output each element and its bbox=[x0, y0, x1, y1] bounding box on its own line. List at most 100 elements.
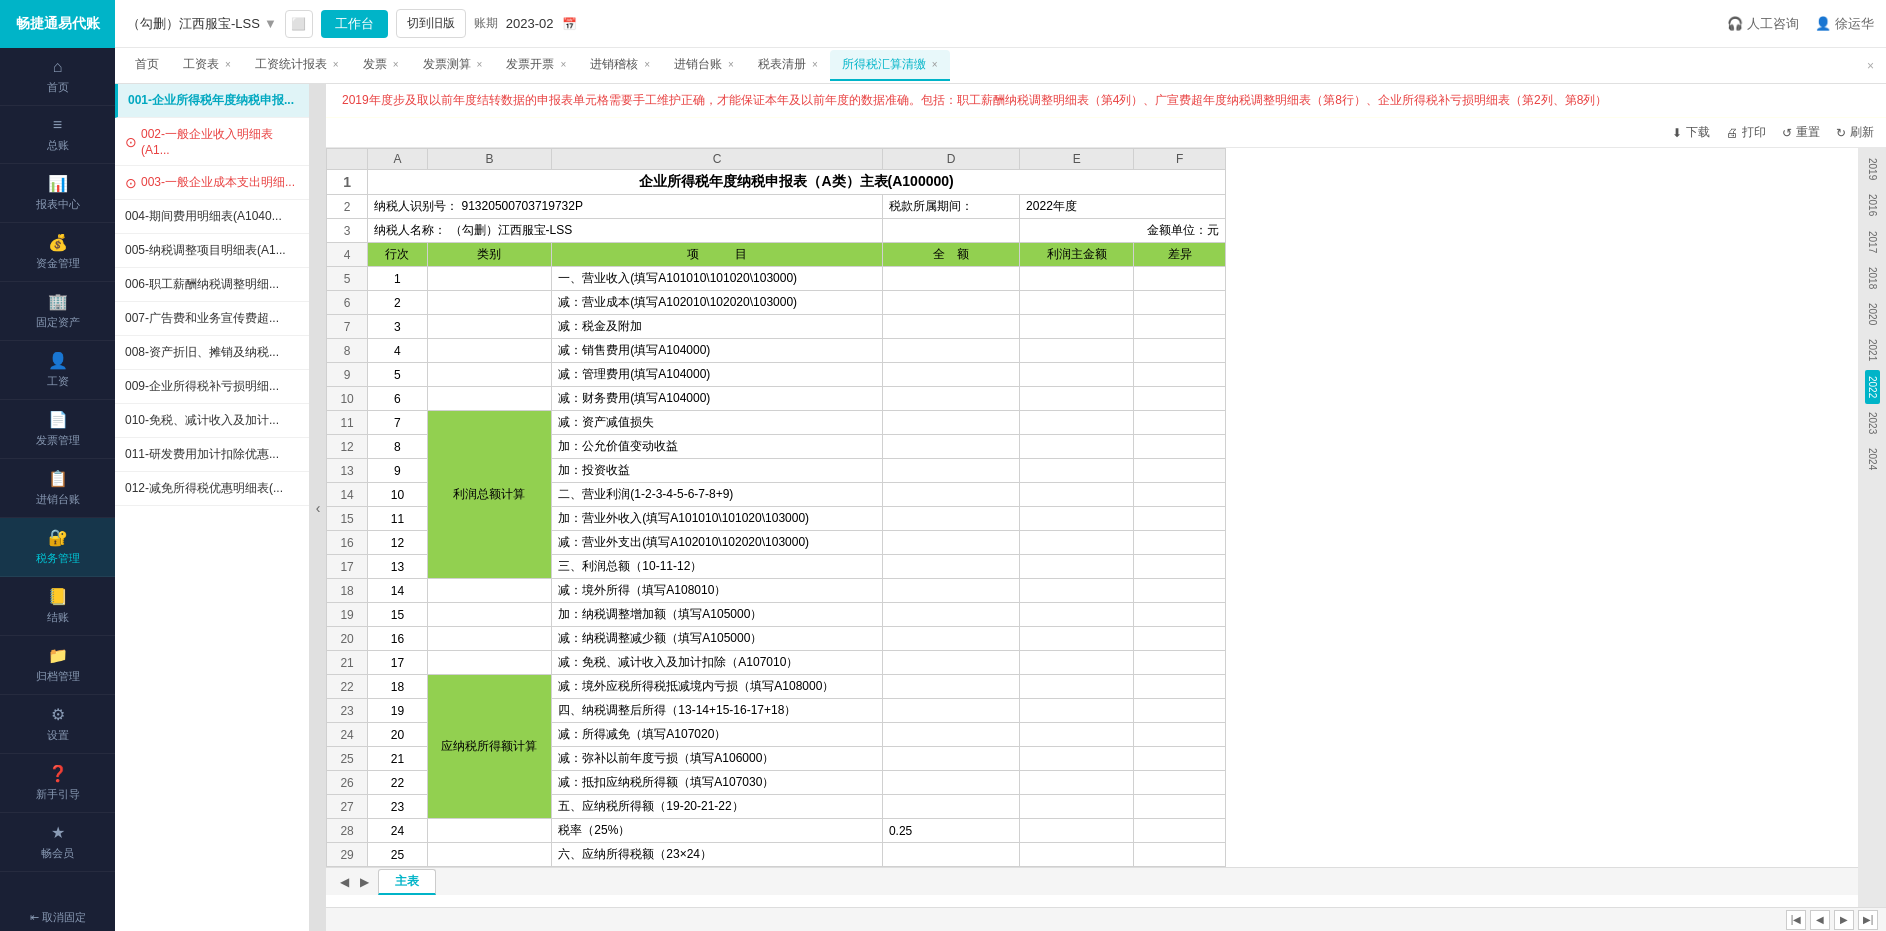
close-all-btn[interactable]: × bbox=[1863, 59, 1878, 73]
tab-salary-report[interactable]: 工资统计报表 × bbox=[243, 50, 351, 81]
row-number: 1 bbox=[327, 170, 368, 195]
category-cell bbox=[427, 843, 552, 867]
tab-invoice-calc[interactable]: 发票测算 × bbox=[411, 50, 495, 81]
tab-close-icon[interactable]: × bbox=[812, 59, 818, 70]
sidebar-item-invoice[interactable]: 📄 发票管理 bbox=[0, 400, 115, 459]
tab-home[interactable]: 首页 bbox=[123, 50, 171, 81]
tab-invoice-open[interactable]: 发票开票 × bbox=[494, 50, 578, 81]
sidebar-item-salary[interactable]: 👤 工资 bbox=[0, 341, 115, 400]
collapse-panel-btn[interactable]: ‹ bbox=[310, 84, 326, 931]
sidebar-item-settings[interactable]: ⚙ 设置 bbox=[0, 695, 115, 754]
tab-salary[interactable]: 工资表 × bbox=[171, 50, 243, 81]
timeline-year-2017[interactable]: 2017 bbox=[1865, 225, 1880, 259]
tab-purchase-check[interactable]: 进销稽核 × bbox=[578, 50, 662, 81]
diff-cell bbox=[1134, 675, 1226, 699]
amount-cell bbox=[882, 363, 1019, 387]
nav-next-btn[interactable]: ▶ bbox=[1834, 910, 1854, 930]
company-selector[interactable]: （勾删）江西服宝-LSS ▼ bbox=[127, 15, 277, 33]
amount-cell: 0.25 bbox=[882, 819, 1019, 843]
form-list-item-005[interactable]: 005-纳税调整项目明细表(A1... bbox=[115, 234, 309, 268]
form-list-item-004[interactable]: 004-期间费用明细表(A1040... bbox=[115, 200, 309, 234]
ai-service[interactable]: 🎧 人工咨询 bbox=[1727, 15, 1799, 33]
tab-close-icon[interactable]: × bbox=[932, 59, 938, 70]
timeline-year-2022[interactable]: 2022 bbox=[1865, 370, 1880, 404]
refresh-button[interactable]: ↻ 刷新 bbox=[1836, 124, 1874, 141]
tab-invoice[interactable]: 发票 × bbox=[351, 50, 411, 81]
download-button[interactable]: ⬇ 下载 bbox=[1672, 124, 1710, 141]
form-list-item-011[interactable]: 011-研发费用加计扣除优惠... bbox=[115, 438, 309, 472]
timeline-year-2024[interactable]: 2024 bbox=[1865, 442, 1880, 476]
sidebar-item-home[interactable]: ⌂ 首页 bbox=[0, 48, 115, 106]
spreadsheet-container[interactable]: A B C D E F bbox=[326, 148, 1858, 907]
sidebar-item-ledger[interactable]: ≡ 总账 bbox=[0, 106, 115, 164]
tab-close-icon[interactable]: × bbox=[644, 59, 650, 70]
download-icon: ⬇ bbox=[1672, 126, 1682, 140]
sidebar-item-closing[interactable]: 📒 结账 bbox=[0, 577, 115, 636]
form-list-item-002[interactable]: ⊙ 002-一般企业收入明细表(A1... bbox=[115, 118, 309, 166]
company-cell: 纳税人名称： （勾删）江西服宝-LSS bbox=[368, 219, 883, 243]
tab-income-tax[interactable]: 所得税汇算清缴 × bbox=[830, 50, 950, 81]
form-list-item-007[interactable]: 007-广告费和业务宣传费超... bbox=[115, 302, 309, 336]
timeline-year-2021[interactable]: 2021 bbox=[1865, 333, 1880, 367]
sidebar-item-finance[interactable]: 💰 资金管理 bbox=[0, 223, 115, 282]
profit-cell bbox=[1020, 459, 1134, 483]
nav-first-btn[interactable]: |◀ bbox=[1786, 910, 1806, 930]
sidebar-item-tax[interactable]: 🔐 税务管理 bbox=[0, 518, 115, 577]
form-list-item-001[interactable]: 001-企业所得税年度纳税申报... bbox=[115, 84, 309, 118]
switch-version-button[interactable]: 切到旧版 bbox=[396, 9, 466, 38]
form-list-item-012[interactable]: 012-减免所得税优惠明细表(... bbox=[115, 472, 309, 506]
company-name: （勾删）江西服宝-LSS bbox=[127, 15, 260, 33]
sidebar-item-label: 税务管理 bbox=[36, 551, 80, 566]
sidebar-item-assets[interactable]: 🏢 固定资产 bbox=[0, 282, 115, 341]
sheet-nav-right[interactable]: ▶ bbox=[354, 872, 374, 892]
profit-cell bbox=[1020, 555, 1134, 579]
form-list-item-003[interactable]: ⊙ 003-一般企业成本支出明细... bbox=[115, 166, 309, 200]
form-list-item-008[interactable]: 008-资产折旧、摊销及纳税... bbox=[115, 336, 309, 370]
form-list-item-009[interactable]: 009-企业所得税补亏损明细... bbox=[115, 370, 309, 404]
warning-dot-icon: ⊙ bbox=[125, 134, 137, 150]
pin-sidebar-btn[interactable]: ⇤ 取消固定 bbox=[0, 904, 115, 931]
user-profile[interactable]: 👤 徐运华 bbox=[1815, 15, 1874, 33]
tab-tax-clearance[interactable]: 税表清册 × bbox=[746, 50, 830, 81]
calendar-icon[interactable]: 📅 bbox=[562, 17, 577, 31]
timeline-year-2019[interactable]: 2019 bbox=[1865, 152, 1880, 186]
seq-cell: 10 bbox=[368, 483, 427, 507]
nav-last-btn[interactable]: ▶| bbox=[1858, 910, 1878, 930]
timeline-year-2018[interactable]: 2018 bbox=[1865, 261, 1880, 295]
tab-close-icon[interactable]: × bbox=[477, 59, 483, 70]
tab-close-icon[interactable]: × bbox=[225, 59, 231, 70]
timeline-year-2016[interactable]: 2016 bbox=[1865, 188, 1880, 222]
sidebar-item-member[interactable]: ★ 畅会员 bbox=[0, 813, 115, 872]
tab-close-icon[interactable]: × bbox=[560, 59, 566, 70]
nav-prev-btn[interactable]: ◀ bbox=[1810, 910, 1830, 930]
row-number: 12 bbox=[327, 435, 368, 459]
form-label: 003-一般企业成本支出明细... bbox=[141, 174, 295, 191]
period-value-cell: 2022年度 bbox=[1020, 195, 1226, 219]
timeline-year-2020[interactable]: 2020 bbox=[1865, 297, 1880, 331]
tab-close-icon[interactable]: × bbox=[393, 59, 399, 70]
company-icon-btn[interactable]: ⬜ bbox=[285, 10, 313, 38]
sheet-tab-main[interactable]: 主表 bbox=[378, 869, 436, 895]
sidebar-item-guide[interactable]: ❓ 新手引导 bbox=[0, 754, 115, 813]
sidebar-item-archive[interactable]: 📁 归档管理 bbox=[0, 636, 115, 695]
table-row: 1 企业所得税年度纳税申报表（A类）主表(A100000) bbox=[327, 170, 1226, 195]
form-list-item-010[interactable]: 010-免税、减计收入及加计... bbox=[115, 404, 309, 438]
sidebar-item-label: 报表中心 bbox=[36, 197, 80, 212]
row-number: 6 bbox=[327, 291, 368, 315]
workbench-button[interactable]: 工作台 bbox=[321, 10, 388, 38]
tab-label: 工资表 bbox=[183, 56, 219, 73]
sidebar-item-reports[interactable]: 📊 报表中心 bbox=[0, 164, 115, 223]
tab-close-icon[interactable]: × bbox=[728, 59, 734, 70]
print-button[interactable]: 🖨 打印 bbox=[1726, 124, 1766, 141]
row-number: 10 bbox=[327, 387, 368, 411]
tab-purchase-ledger[interactable]: 进销台账 × bbox=[662, 50, 746, 81]
sidebar-item-purchases[interactable]: 📋 进销台账 bbox=[0, 459, 115, 518]
timeline-year-2023[interactable]: 2023 bbox=[1865, 406, 1880, 440]
reset-button[interactable]: ↺ 重置 bbox=[1782, 124, 1820, 141]
settings-icon: ⚙ bbox=[51, 705, 65, 724]
row-number: 16 bbox=[327, 531, 368, 555]
sheet-nav-left[interactable]: ◀ bbox=[334, 872, 354, 892]
tab-close-icon[interactable]: × bbox=[333, 59, 339, 70]
form-list-item-006[interactable]: 006-职工薪酬纳税调整明细... bbox=[115, 268, 309, 302]
col-header-a: A bbox=[368, 149, 427, 170]
